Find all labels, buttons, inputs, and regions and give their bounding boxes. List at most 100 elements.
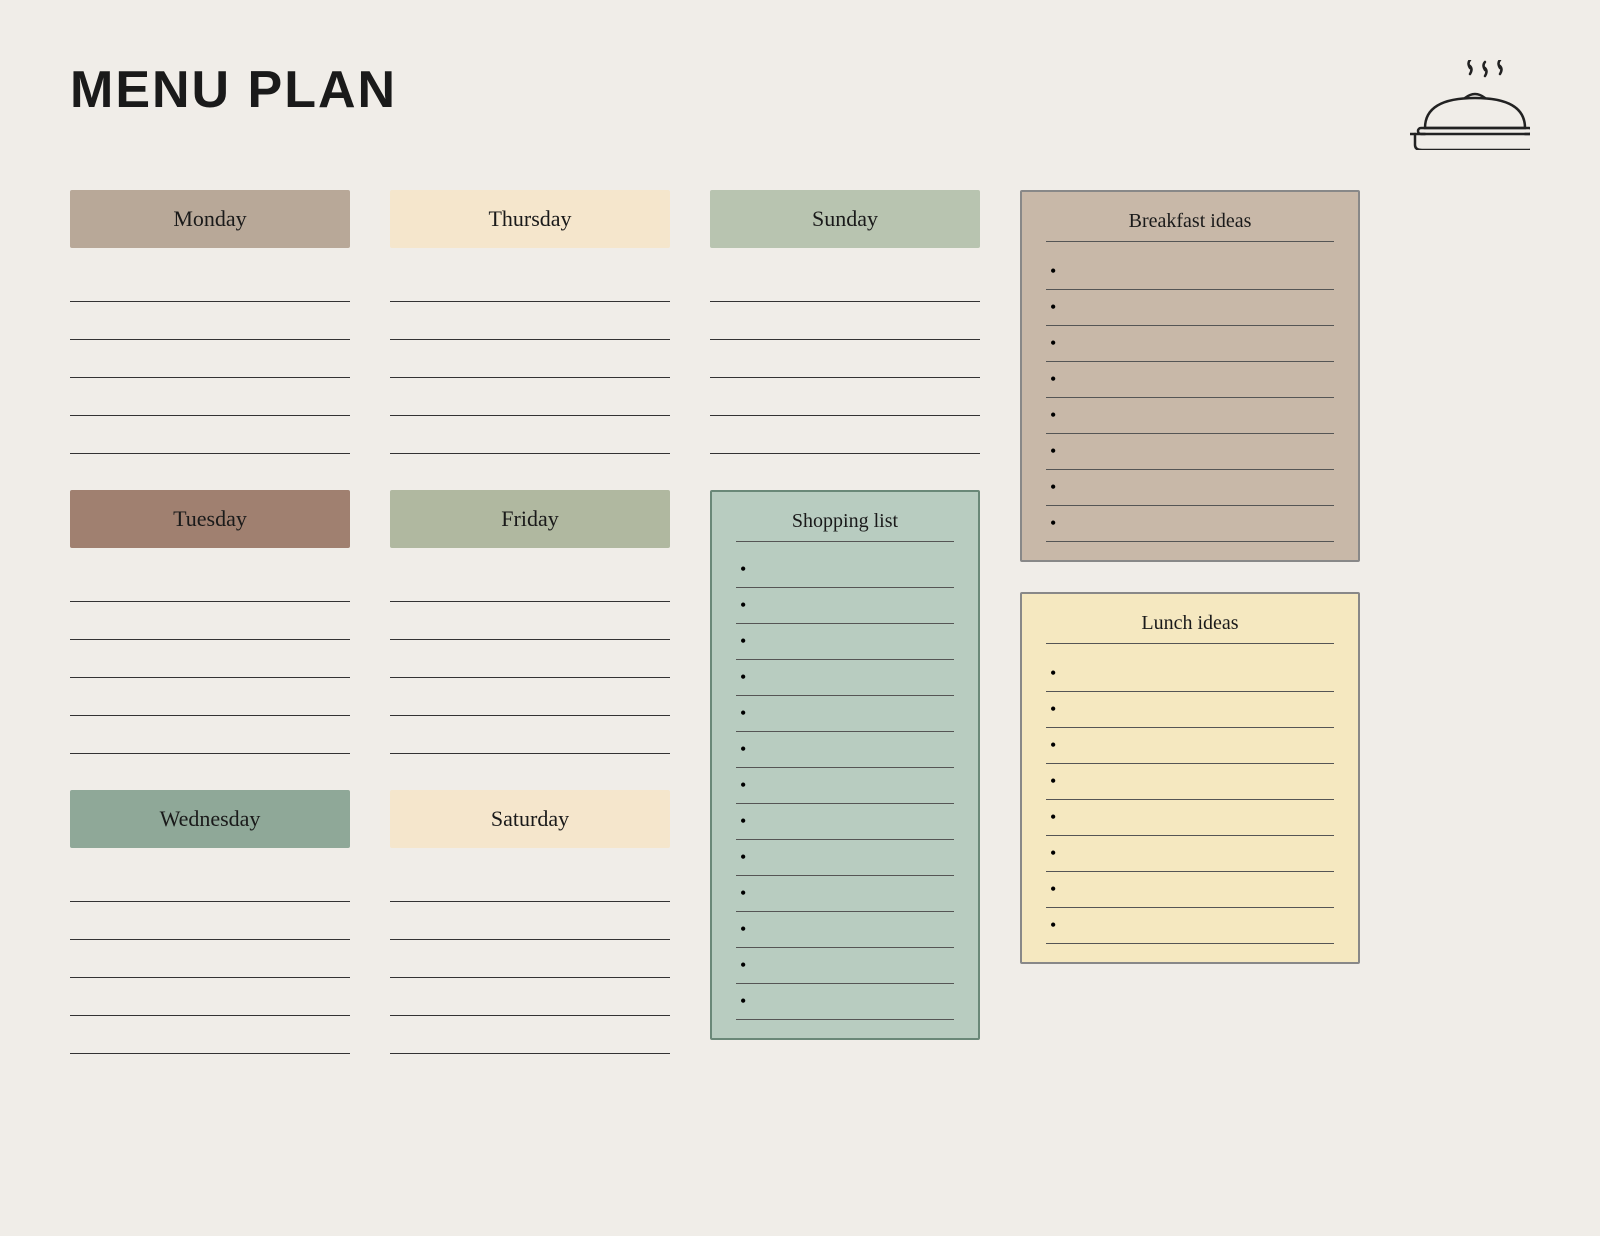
main-grid: Monday Tuesday xyxy=(70,190,1530,1090)
sunday-line-2 xyxy=(710,302,980,340)
breakfast-item-4 xyxy=(1046,362,1334,398)
breakfast-ideas-list xyxy=(1046,254,1334,542)
sunday-section: Sunday xyxy=(710,190,980,454)
shopping-item-7 xyxy=(736,768,954,804)
breakfast-item-8 xyxy=(1046,506,1334,542)
sunday-line-1 xyxy=(710,264,980,302)
page-title: MENU PLAN xyxy=(70,60,397,120)
shopping-item-9 xyxy=(736,840,954,876)
friday-lines xyxy=(390,564,670,754)
wednesday-line-2 xyxy=(70,902,350,940)
thursday-label: Thursday xyxy=(488,206,571,232)
wednesday-line-1 xyxy=(70,864,350,902)
lunch-ideas-title: Lunch ideas xyxy=(1046,612,1334,644)
tuesday-line-1 xyxy=(70,564,350,602)
thursday-line-1 xyxy=(390,264,670,302)
tuesday-line-4 xyxy=(70,678,350,716)
tuesday-line-3 xyxy=(70,640,350,678)
breakfast-item-7 xyxy=(1046,470,1334,506)
saturday-header: Saturday xyxy=(390,790,670,848)
shopping-item-10 xyxy=(736,876,954,912)
shopping-item-1 xyxy=(736,552,954,588)
shopping-item-12 xyxy=(736,948,954,984)
sunday-label: Sunday xyxy=(812,206,878,232)
saturday-section: Saturday xyxy=(390,790,670,1054)
shopping-item-13 xyxy=(736,984,954,1020)
tuesday-label: Tuesday xyxy=(173,506,247,532)
food-serving-icon xyxy=(1410,60,1530,150)
breakfast-ideas-title: Breakfast ideas xyxy=(1046,210,1334,242)
breakfast-item-5 xyxy=(1046,398,1334,434)
sunday-line-4 xyxy=(710,378,980,416)
shopping-list-box: Shopping list xyxy=(710,490,980,1040)
breakfast-item-2 xyxy=(1046,290,1334,326)
friday-line-2 xyxy=(390,602,670,640)
header: MENU PLAN xyxy=(70,60,1530,150)
thursday-lines xyxy=(390,264,670,454)
column-1: Monday Tuesday xyxy=(70,190,350,1090)
shopping-list-title: Shopping list xyxy=(736,510,954,542)
thursday-section: Thursday xyxy=(390,190,670,454)
monday-header: Monday xyxy=(70,190,350,248)
monday-section: Monday xyxy=(70,190,350,454)
shopping-item-2 xyxy=(736,588,954,624)
thursday-line-4 xyxy=(390,378,670,416)
page: MENU PLAN Monday xyxy=(0,0,1600,1236)
friday-line-5 xyxy=(390,716,670,754)
column-2: Thursday Friday xyxy=(390,190,670,1090)
friday-line-4 xyxy=(390,678,670,716)
wednesday-lines xyxy=(70,864,350,1054)
friday-header: Friday xyxy=(390,490,670,548)
tuesday-line-2 xyxy=(70,602,350,640)
shopping-item-8 xyxy=(736,804,954,840)
lunch-item-7 xyxy=(1046,872,1334,908)
monday-line-5 xyxy=(70,416,350,454)
breakfast-item-6 xyxy=(1046,434,1334,470)
lunch-item-6 xyxy=(1046,836,1334,872)
saturday-line-4 xyxy=(390,978,670,1016)
breakfast-ideas-box: Breakfast ideas xyxy=(1020,190,1360,562)
monday-label: Monday xyxy=(173,206,246,232)
lunch-item-3 xyxy=(1046,728,1334,764)
monday-line-4 xyxy=(70,378,350,416)
saturday-line-3 xyxy=(390,940,670,978)
thursday-header: Thursday xyxy=(390,190,670,248)
lunch-item-1 xyxy=(1046,656,1334,692)
friday-section: Friday xyxy=(390,490,670,754)
shopping-item-5 xyxy=(736,696,954,732)
shopping-item-4 xyxy=(736,660,954,696)
tuesday-lines xyxy=(70,564,350,754)
breakfast-item-3 xyxy=(1046,326,1334,362)
thursday-line-5 xyxy=(390,416,670,454)
wednesday-line-4 xyxy=(70,978,350,1016)
wednesday-line-5 xyxy=(70,1016,350,1054)
monday-line-2 xyxy=(70,302,350,340)
tuesday-section: Tuesday xyxy=(70,490,350,754)
saturday-label: Saturday xyxy=(491,806,569,832)
wednesday-header: Wednesday xyxy=(70,790,350,848)
monday-line-3 xyxy=(70,340,350,378)
tuesday-header: Tuesday xyxy=(70,490,350,548)
friday-line-1 xyxy=(390,564,670,602)
wednesday-line-3 xyxy=(70,940,350,978)
breakfast-item-1 xyxy=(1046,254,1334,290)
tuesday-line-5 xyxy=(70,716,350,754)
friday-label: Friday xyxy=(501,506,558,532)
sunday-line-3 xyxy=(710,340,980,378)
thursday-line-2 xyxy=(390,302,670,340)
wednesday-section: Wednesday xyxy=(70,790,350,1054)
sunday-line-5 xyxy=(710,416,980,454)
sunday-header: Sunday xyxy=(710,190,980,248)
shopping-item-6 xyxy=(736,732,954,768)
monday-lines xyxy=(70,264,350,454)
monday-line-1 xyxy=(70,264,350,302)
lunch-item-8 xyxy=(1046,908,1334,944)
thursday-line-3 xyxy=(390,340,670,378)
saturday-lines xyxy=(390,864,670,1054)
saturday-line-5 xyxy=(390,1016,670,1054)
shopping-item-3 xyxy=(736,624,954,660)
sunday-lines xyxy=(710,264,980,454)
lunch-ideas-box: Lunch ideas xyxy=(1020,592,1360,964)
shopping-item-11 xyxy=(736,912,954,948)
friday-line-3 xyxy=(390,640,670,678)
